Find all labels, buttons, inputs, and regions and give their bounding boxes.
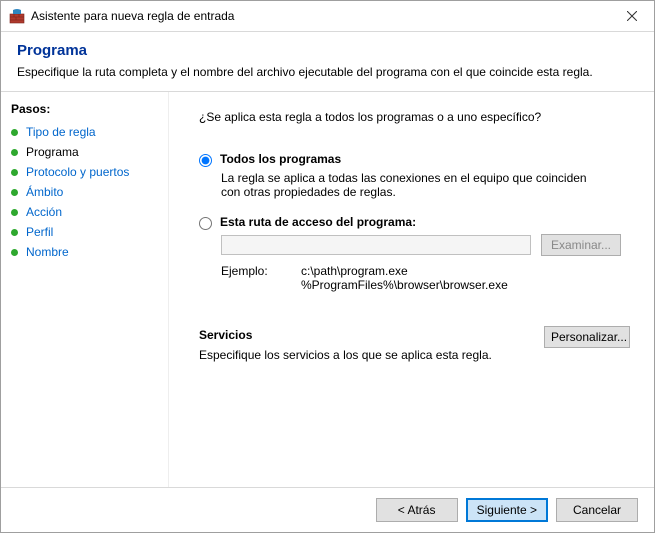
example-label: Ejemplo:: [221, 264, 301, 292]
wizard-window: Asistente para nueva regla de entrada Pr…: [0, 0, 655, 533]
wizard-body: Pasos: Tipo de regla Programa Protocolo …: [1, 92, 654, 487]
customize-button[interactable]: Personalizar...: [544, 326, 630, 348]
page-subtitle: Especifique la ruta completa y el nombre…: [17, 65, 638, 79]
bullet-icon: [11, 229, 18, 236]
step-label: Protocolo y puertos: [26, 165, 129, 179]
back-button[interactable]: < Atrás: [376, 498, 458, 522]
next-button[interactable]: Siguiente >: [466, 498, 548, 522]
step-protocolo-y-puertos[interactable]: Protocolo y puertos: [11, 162, 168, 182]
step-programa[interactable]: Programa: [11, 142, 168, 162]
example-row: Ejemplo: c:\path\program.exe %ProgramFil…: [221, 264, 630, 292]
window-title: Asistente para nueva regla de entrada: [31, 9, 609, 23]
program-path-row: Examinar...: [221, 234, 630, 256]
bullet-icon: [11, 249, 18, 256]
page-title: Programa: [17, 42, 638, 59]
steps-sidebar: Pasos: Tipo de regla Programa Protocolo …: [1, 92, 169, 487]
option-program-path[interactable]: Esta ruta de acceso del programa:: [199, 215, 630, 230]
step-perfil[interactable]: Perfil: [11, 222, 168, 242]
cancel-button[interactable]: Cancelar: [556, 498, 638, 522]
question-text: ¿Se aplica esta regla a todos los progra…: [199, 110, 630, 124]
option-all-programs[interactable]: Todos los programas: [199, 152, 630, 167]
radio-program-path[interactable]: [199, 217, 212, 230]
step-label: Acción: [26, 205, 62, 219]
step-accion[interactable]: Acción: [11, 202, 168, 222]
steps-heading: Pasos:: [11, 102, 168, 116]
bullet-icon: [11, 149, 18, 156]
titlebar: Asistente para nueva regla de entrada: [1, 1, 654, 32]
option-all-desc: La regla se aplica a todas las conexione…: [221, 171, 601, 199]
example-values: c:\path\program.exe %ProgramFiles%\brows…: [301, 264, 508, 292]
bullet-icon: [11, 129, 18, 136]
close-button[interactable]: [609, 1, 654, 31]
step-label: Nombre: [26, 245, 69, 259]
step-label: Programa: [26, 145, 79, 159]
step-label: Perfil: [26, 225, 53, 239]
step-tipo-de-regla[interactable]: Tipo de regla: [11, 122, 168, 142]
wizard-footer: < Atrás Siguiente > Cancelar: [1, 487, 654, 532]
services-desc: Especifique los servicios a los que se a…: [199, 348, 519, 362]
program-path-input[interactable]: [221, 235, 531, 255]
radio-all-programs[interactable]: [199, 154, 212, 167]
bullet-icon: [11, 169, 18, 176]
wizard-header: Programa Especifique la ruta completa y …: [1, 32, 654, 91]
bullet-icon: [11, 189, 18, 196]
services-block: Servicios Especifique los servicios a lo…: [199, 328, 630, 362]
step-label: Tipo de regla: [26, 125, 96, 139]
browse-button[interactable]: Examinar...: [541, 234, 621, 256]
step-nombre[interactable]: Nombre: [11, 242, 168, 262]
close-icon: [627, 11, 637, 21]
firewall-icon: [9, 8, 25, 24]
option-path-label: Esta ruta de acceso del programa:: [220, 215, 416, 229]
option-all-label: Todos los programas: [220, 152, 341, 166]
bullet-icon: [11, 209, 18, 216]
content-pane: ¿Se aplica esta regla a todos los progra…: [169, 92, 654, 487]
step-label: Ámbito: [26, 185, 63, 199]
step-ambito[interactable]: Ámbito: [11, 182, 168, 202]
